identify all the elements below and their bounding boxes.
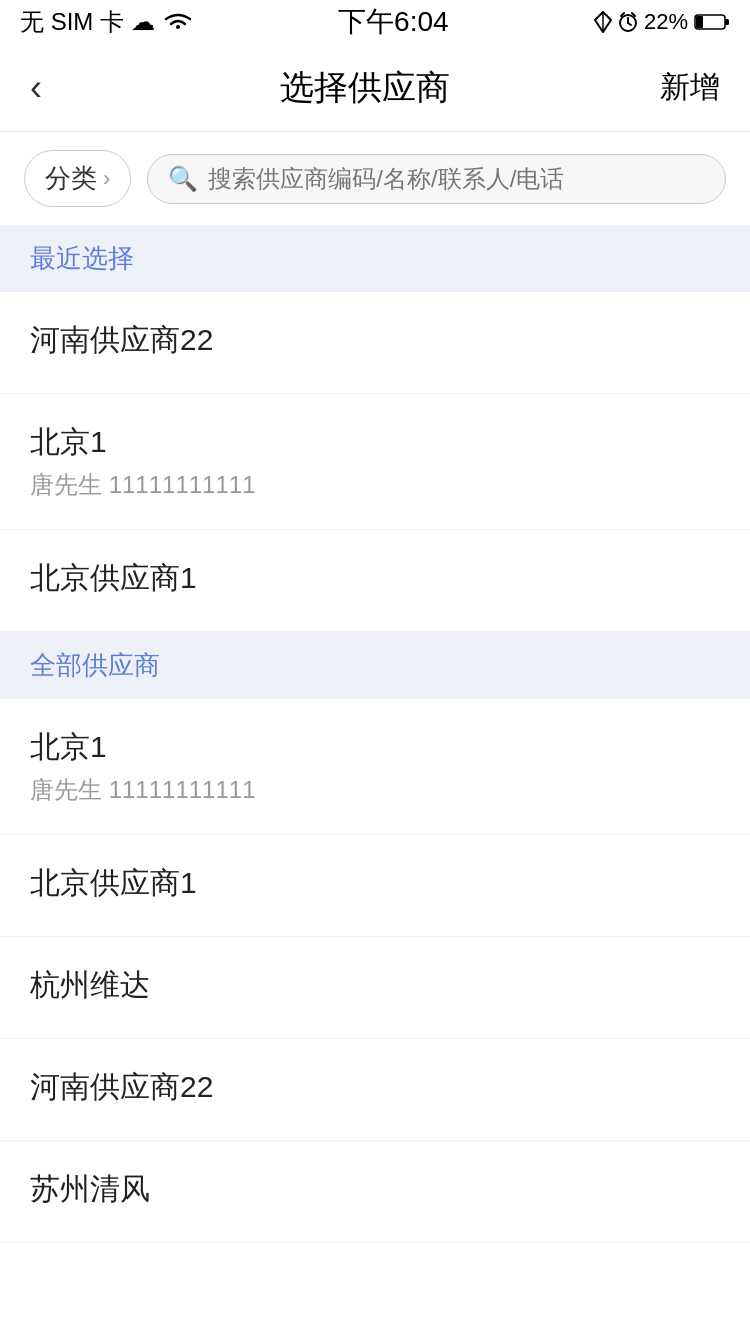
list-item[interactable]: 北京供应商1 bbox=[0, 835, 750, 937]
item-name: 河南供应商22 bbox=[30, 320, 720, 361]
item-name: 北京1 bbox=[30, 727, 720, 768]
status-time: 下午6:04 bbox=[338, 3, 449, 41]
list-item[interactable]: 北京供应商1 bbox=[0, 530, 750, 632]
no-sim-label: 无 SIM 卡 ☁ bbox=[20, 6, 155, 38]
svg-rect-8 bbox=[696, 16, 703, 28]
item-name: 北京1 bbox=[30, 422, 720, 463]
add-button[interactable]: 新增 bbox=[640, 67, 720, 108]
list-item[interactable]: 苏州清风 bbox=[0, 1141, 750, 1243]
status-right: 22% bbox=[594, 9, 730, 35]
list-item[interactable]: 河南供应商22 bbox=[0, 292, 750, 394]
location-icon bbox=[594, 11, 612, 33]
nav-bar: ‹ 选择供应商 新增 bbox=[0, 44, 750, 132]
wifi-icon bbox=[163, 11, 193, 33]
list-item[interactable]: 北京1 唐先生 11111111111 bbox=[0, 394, 750, 530]
item-detail: 唐先生 11111111111 bbox=[30, 774, 720, 806]
battery-label: 22% bbox=[644, 9, 688, 35]
alarm-icon bbox=[618, 11, 638, 33]
item-name: 苏州清风 bbox=[30, 1169, 720, 1210]
page-title: 选择供应商 bbox=[280, 65, 450, 111]
recent-section-header: 最近选择 bbox=[0, 225, 750, 292]
item-name: 北京供应商1 bbox=[30, 863, 720, 904]
svg-line-3 bbox=[628, 23, 631, 25]
search-input[interactable] bbox=[208, 165, 705, 193]
search-box[interactable]: 🔍 bbox=[147, 154, 726, 204]
back-button[interactable]: ‹ bbox=[30, 67, 90, 109]
status-left: 无 SIM 卡 ☁ bbox=[20, 6, 193, 38]
all-section-header: 全部供应商 bbox=[0, 632, 750, 699]
chevron-right-icon: › bbox=[103, 166, 110, 192]
category-label: 分类 bbox=[45, 161, 97, 196]
list-item[interactable]: 北京1 唐先生 11111111111 bbox=[0, 699, 750, 835]
item-detail: 唐先生 11111111111 bbox=[30, 469, 720, 501]
all-list: 北京1 唐先生 11111111111 北京供应商1 杭州维达河南供应商22 苏州清风 bbox=[0, 699, 750, 1243]
category-button[interactable]: 分类 › bbox=[24, 150, 131, 207]
item-name: 北京供应商1 bbox=[30, 558, 720, 599]
svg-rect-7 bbox=[725, 19, 729, 25]
recent-list: 河南供应商22 北京1 唐先生 11111111111 北京供应商1 bbox=[0, 292, 750, 632]
status-bar: 无 SIM 卡 ☁ 下午6:04 22% bbox=[0, 0, 750, 44]
battery-icon bbox=[694, 13, 730, 31]
search-icon: 🔍 bbox=[168, 165, 198, 193]
all-label: 全部供应商 bbox=[30, 650, 160, 680]
list-item[interactable]: 杭州维达 bbox=[0, 937, 750, 1039]
recent-label: 最近选择 bbox=[30, 243, 134, 273]
item-name: 河南供应商22 bbox=[30, 1067, 720, 1108]
list-item[interactable]: 河南供应商22 bbox=[0, 1039, 750, 1141]
item-name: 杭州维达 bbox=[30, 965, 720, 1006]
filter-row: 分类 › 🔍 bbox=[0, 132, 750, 225]
